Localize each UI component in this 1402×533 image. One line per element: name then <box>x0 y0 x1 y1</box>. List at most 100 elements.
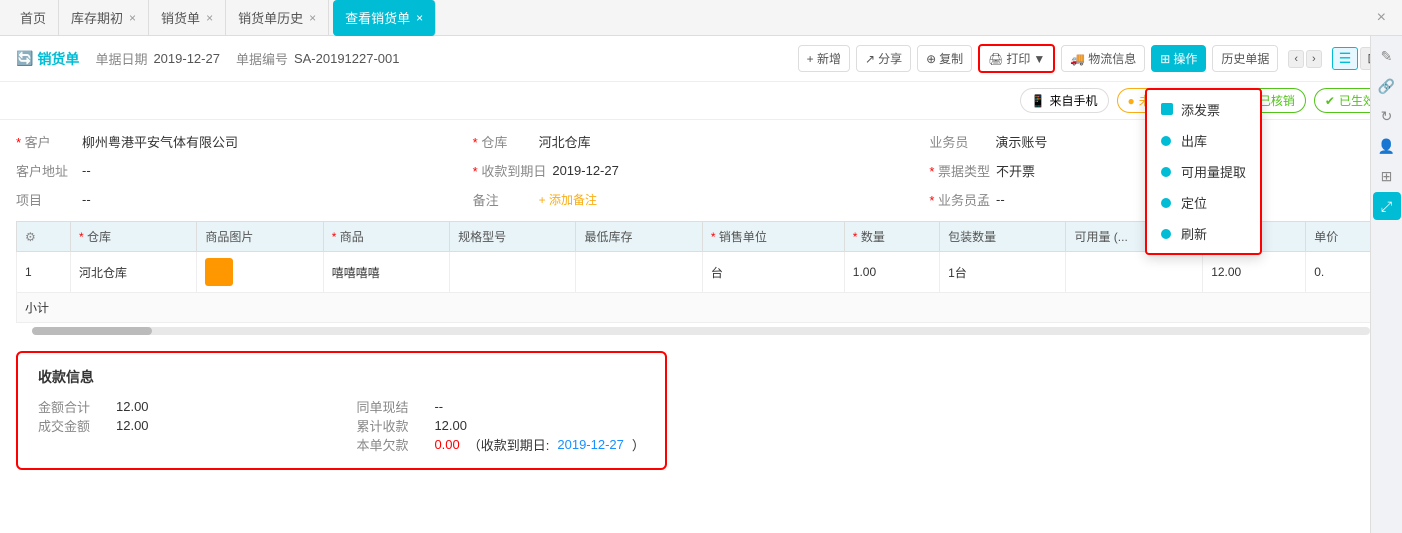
copy-icon: ⊕ <box>926 52 936 66</box>
product-image <box>205 258 233 286</box>
same-order-label: 同单现结 <box>356 397 426 416</box>
project-value: -- <box>82 192 91 207</box>
history-button[interactable]: 历史单据 <box>1212 45 1278 72</box>
overdue-end: ） <box>632 435 645 454</box>
close-sales-order[interactable]: × <box>206 11 213 25</box>
col-package-qty: 包装数量 <box>940 222 1066 252</box>
refresh-item[interactable]: 刷新 <box>1147 218 1260 249</box>
tab-home[interactable]: 首页 <box>8 0 59 36</box>
sales-order-icon: 🔄 <box>16 50 33 67</box>
add-invoice-item[interactable]: 添发票 <box>1147 94 1260 125</box>
doc-number-item: 单据编号 SA-20191227-001 <box>236 49 400 68</box>
col-product-img: 商品图片 <box>197 222 323 252</box>
address-value: -- <box>82 163 91 178</box>
phone-icon: 📱 <box>1031 94 1046 108</box>
col-product: 商品 <box>323 222 449 252</box>
cumulative-label: 累计收款 <box>356 416 426 435</box>
table-scrollbar[interactable] <box>32 327 1370 335</box>
add-note-button[interactable]: + 添加备注 <box>539 191 597 208</box>
ticket-icon: ● <box>1128 94 1135 108</box>
address-label: 客户地址 <box>16 161 76 180</box>
sidebar-link-icon[interactable]: 🔗 <box>1373 72 1401 100</box>
sidebar-user-icon[interactable]: 👤 <box>1373 132 1401 160</box>
cumulative-value: 12.00 <box>434 418 467 433</box>
available-qty-item[interactable]: 可用量提取 <box>1147 156 1260 187</box>
gear-icon: ⚙ <box>25 230 36 244</box>
share-icon: ↗ <box>865 52 875 66</box>
sidebar-copy-icon[interactable]: ⊞ <box>1373 162 1401 190</box>
total-amount-label: 金额合计 <box>38 397 108 416</box>
effective-icon: ✔ <box>1325 94 1335 108</box>
sidebar-edit-icon[interactable]: ✎ <box>1373 42 1401 70</box>
warehouse-field: 仓库 河北仓库 <box>473 132 930 151</box>
tab-view-sales[interactable]: 查看销货单 × <box>333 0 436 36</box>
print-button[interactable]: 🖨 打印 ▼ <box>978 44 1055 73</box>
col-quantity: 数量 <box>844 222 939 252</box>
close-inventory-init[interactable]: × <box>129 11 136 25</box>
salesman-value: -- <box>996 192 1005 207</box>
row-sales-unit: 台 <box>702 252 844 293</box>
locate-item[interactable]: 定位 <box>1147 187 1260 218</box>
tab-sales-history[interactable]: 销货单历史 × <box>226 0 329 36</box>
doc-date-item: 单据日期 2019-12-27 <box>95 49 220 68</box>
due-date-field: 收款到期日 2019-12-27 <box>473 161 930 180</box>
nav-arrows: ‹ › <box>1288 50 1321 68</box>
tab-inventory-init[interactable]: 库存期初 × <box>59 0 149 36</box>
share-button[interactable]: ↗ 分享 <box>856 45 911 72</box>
col-gear: ⚙ <box>17 222 71 252</box>
list-view-button[interactable]: ☰ <box>1332 47 1359 70</box>
outbound-icon <box>1161 134 1175 148</box>
from-phone-button[interactable]: 📱 来自手机 <box>1020 88 1109 113</box>
tab-sales-order[interactable]: 销货单 × <box>149 0 226 36</box>
address-field: 客户地址 -- <box>16 161 473 180</box>
main-close-button[interactable]: × <box>1369 9 1394 27</box>
due-date-value: 2019-12-27 <box>552 163 619 178</box>
operations-dropdown: 添发票 出库 可用量提取 定位 刷新 <box>1145 88 1262 255</box>
note-label: 备注 <box>473 190 533 209</box>
total-amount-row: 金额合计 12.00 <box>38 397 326 416</box>
available-qty-icon <box>1161 165 1175 179</box>
new-button[interactable]: + 新增 <box>798 45 850 72</box>
payment-info-right: 同单现结 -- 累计收款 12.00 本单欠款 0.00 （收款到期日: 201… <box>356 397 644 454</box>
staff-label: 业务员 <box>929 132 989 151</box>
row-product: 嘻嘻嘻嘻 <box>323 252 449 293</box>
scrollbar-thumb <box>32 327 152 335</box>
toolbar: + 新增 ↗ 分享 ⊕ 复制 🖨 打印 ▼ 🚚 物流信息 ⊞ 操作 <box>798 44 1386 73</box>
row-spec <box>450 252 576 293</box>
sidebar-expand-icon[interactable]: ⤢ <box>1373 192 1401 220</box>
sidebar-refresh-icon[interactable]: ↻ <box>1373 102 1401 130</box>
close-sales-history[interactable]: × <box>309 11 316 25</box>
outbound-item[interactable]: 出库 <box>1147 125 1260 156</box>
row-min-stock <box>576 252 702 293</box>
note-field: 备注 + 添加备注 <box>473 190 930 209</box>
payment-info-title: 收款信息 <box>38 367 645 387</box>
overdue-note: （收款到期日: <box>468 435 550 454</box>
operations-button[interactable]: ⊞ 操作 <box>1151 45 1206 72</box>
customer-field: 客户 柳州粤港平安气体有限公司 <box>16 132 473 151</box>
subtotal-row: 小计 <box>17 293 1386 323</box>
due-date-label: 收款到期日 <box>473 161 547 180</box>
project-label: 项目 <box>16 190 76 209</box>
prev-button[interactable]: ‹ <box>1288 50 1304 68</box>
close-view-sales[interactable]: × <box>416 11 423 25</box>
subtotal-label: 小计 <box>17 293 1386 323</box>
col-spec: 规格型号 <box>450 222 576 252</box>
row-stock: 12.00 <box>1203 252 1306 293</box>
deal-amount-row: 成交金额 12.00 <box>38 416 326 435</box>
table-row: 1 河北仓库 嘻嘻嘻嘻 台 1.00 1台 12.00 0. <box>17 252 1386 293</box>
payment-info-grid: 金额合计 12.00 成交金额 12.00 同单现结 -- 累计收款 12.00 <box>38 397 645 454</box>
next-button[interactable]: › <box>1306 50 1322 68</box>
locate-icon <box>1161 196 1175 210</box>
overdue-label: 本单欠款 <box>356 435 426 454</box>
operations-icon: ⊞ <box>1160 52 1170 66</box>
row-num: 1 <box>17 252 71 293</box>
doc-title: 🔄 销货单 <box>16 49 79 69</box>
doc-meta: 单据日期 2019-12-27 单据编号 SA-20191227-001 <box>95 49 797 68</box>
logistics-button[interactable]: 🚚 物流信息 <box>1061 45 1145 72</box>
copy-button[interactable]: ⊕ 复制 <box>917 45 972 72</box>
customer-value: 柳州粤港平安气体有限公司 <box>82 132 238 151</box>
col-min-stock: 最低库存 <box>576 222 702 252</box>
col-warehouse: 仓库 <box>70 222 196 252</box>
same-order-row: 同单现结 -- <box>356 397 644 416</box>
payment-info-left: 金额合计 12.00 成交金额 12.00 <box>38 397 326 454</box>
